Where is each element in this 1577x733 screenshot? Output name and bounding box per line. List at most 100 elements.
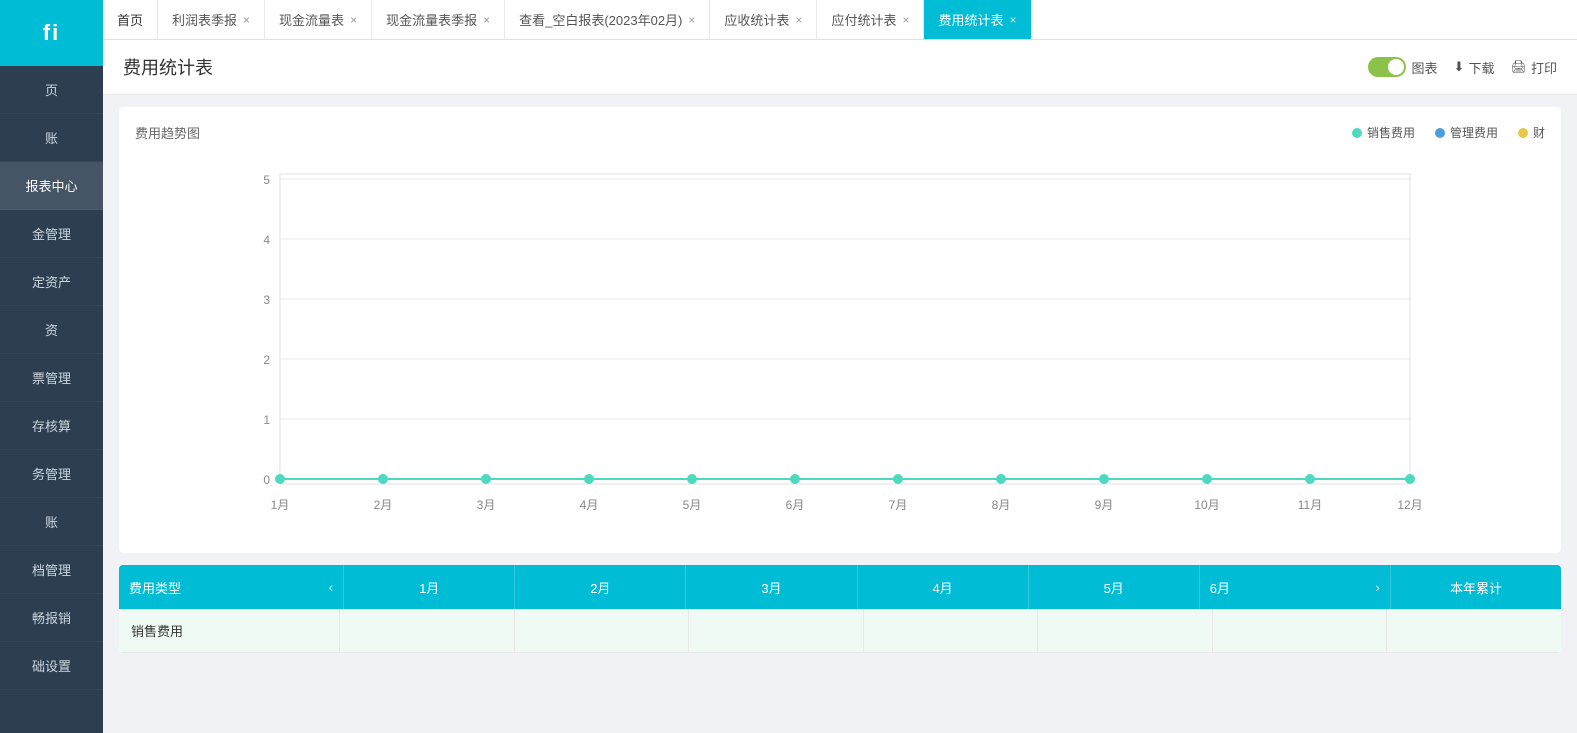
table-row: 销售费用 — [119, 609, 1561, 653]
sidebar-item-ledger[interactable]: 账 — [0, 498, 103, 546]
tab-receivable[interactable]: 应收统计表 × — [710, 0, 817, 39]
svg-text:8月: 8月 — [992, 498, 1011, 512]
tab-bar: 首页 利润表季报 × 现金流量表 × 现金流量表季报 × 查看_空白报表(202… — [103, 0, 1577, 40]
close-tab-receivable[interactable]: × — [795, 13, 802, 27]
chart-point-1 — [275, 474, 285, 484]
chart-point-10 — [1202, 474, 1212, 484]
svg-text:5: 5 — [263, 173, 270, 187]
th-ytd: 本年累计 — [1391, 565, 1561, 609]
chart-point-6 — [790, 474, 800, 484]
legend-dot-admin — [1435, 128, 1445, 138]
sidebar-item-expense-mgmt[interactable]: 畅报销 — [0, 594, 103, 642]
sidebar-item-service-mgmt[interactable]: 务管理 — [0, 450, 103, 498]
sidebar-item-report-center[interactable]: 报表中心 — [0, 162, 103, 210]
tab-cash-flow[interactable]: 现金流量表 × — [265, 0, 372, 39]
table-header-row: 费用类型 ‹ 1月 2月 3月 4月 5月 6月 › 本年累计 — [119, 565, 1561, 609]
sidebar-item-home[interactable]: 页 — [0, 66, 103, 114]
chart-point-7 — [893, 474, 903, 484]
page-header: 费用统计表 图表 ⬇ 下载 🖨 打印 — [103, 40, 1577, 95]
legend-sales: 销售费用 — [1352, 124, 1415, 141]
th-next-btn[interactable]: › — [1375, 579, 1380, 595]
svg-text:9月: 9月 — [1095, 498, 1114, 512]
th-m1: 1月 — [344, 565, 515, 609]
sidebar-item-settings[interactable]: 础设置 — [0, 642, 103, 690]
close-tab-cash-flow-quarterly[interactable]: × — [483, 13, 490, 27]
chart-point-8 — [996, 474, 1006, 484]
sidebar: fi 页 账 报表中心 金管理 定资产 资 票管理 存核算 务管理 账 档管理 … — [0, 0, 103, 733]
chart-svg: 5 4 3 2 1 0 — [135, 154, 1545, 534]
close-tab-payable[interactable]: × — [902, 13, 909, 27]
close-tab-blank-report[interactable]: × — [688, 13, 695, 27]
print-button[interactable]: 🖨 打印 — [1510, 58, 1557, 77]
chart-svg-container: 5 4 3 2 1 0 — [135, 154, 1545, 537]
close-tab-profit-quarterly[interactable]: × — [243, 13, 250, 27]
close-tab-expense-stats[interactable]: × — [1009, 13, 1016, 27]
chart-title: 费用趋势图 — [135, 123, 200, 142]
tab-home[interactable]: 首页 — [103, 0, 158, 39]
sidebar-item-fixed-assets[interactable]: 定资产 — [0, 258, 103, 306]
td-type-0: 销售费用 — [119, 609, 340, 652]
legend-label-admin: 管理费用 — [1450, 124, 1498, 141]
table-section: 费用类型 ‹ 1月 2月 3月 4月 5月 6月 › 本年累计 销售费用 — [119, 565, 1561, 653]
td-m3-0 — [689, 609, 864, 652]
svg-text:1: 1 — [263, 413, 270, 427]
app-logo: fi — [0, 0, 103, 66]
td-m2-0 — [515, 609, 690, 652]
legend-finance: 财 — [1518, 124, 1545, 141]
th-prev-btn[interactable]: ‹ — [328, 579, 333, 595]
svg-text:12月: 12月 — [1397, 498, 1422, 512]
download-icon: ⬇ — [1454, 59, 1465, 75]
sidebar-item-invoice-mgmt[interactable]: 票管理 — [0, 354, 103, 402]
chart-point-2 — [378, 474, 388, 484]
tab-payable[interactable]: 应付统计表 × — [817, 0, 924, 39]
svg-text:10月: 10月 — [1194, 498, 1219, 512]
sidebar-item-fund-mgmt[interactable]: 金管理 — [0, 210, 103, 258]
download-button[interactable]: ⬇ 下载 — [1454, 58, 1495, 77]
legend-label-finance: 财 — [1533, 124, 1545, 141]
sidebar-item-investment[interactable]: 资 — [0, 306, 103, 354]
svg-text:0: 0 — [263, 473, 270, 487]
chart-point-5 — [687, 474, 697, 484]
close-tab-cash-flow[interactable]: × — [350, 13, 357, 27]
svg-text:4: 4 — [263, 233, 270, 247]
chart-toggle-wrap: 图表 — [1368, 57, 1438, 77]
chart-header: 费用趋势图 销售费用 管理费用 财 — [135, 123, 1545, 142]
main-area: 首页 利润表季报 × 现金流量表 × 现金流量表季报 × 查看_空白报表(202… — [103, 0, 1577, 733]
svg-text:3: 3 — [263, 293, 270, 307]
td-ytd-0 — [1387, 609, 1561, 652]
print-icon: 🖨 — [1510, 59, 1527, 75]
tab-cash-flow-quarterly[interactable]: 现金流量表季报 × — [372, 0, 505, 39]
th-m4: 4月 — [858, 565, 1029, 609]
sidebar-item-file-mgmt[interactable]: 档管理 — [0, 546, 103, 594]
legend-dot-sales — [1352, 128, 1362, 138]
th-m5: 5月 — [1029, 565, 1200, 609]
svg-text:2月: 2月 — [374, 498, 393, 512]
chart-section: 费用趋势图 销售费用 管理费用 财 — [119, 107, 1561, 553]
chart-toggle[interactable] — [1368, 57, 1406, 77]
tab-expense-stats[interactable]: 费用统计表 × — [924, 0, 1031, 39]
td-m1-0 — [340, 609, 515, 652]
tab-profit-quarterly[interactable]: 利润表季报 × — [158, 0, 265, 39]
svg-text:7月: 7月 — [889, 498, 908, 512]
svg-text:11月: 11月 — [1298, 498, 1322, 512]
svg-text:4月: 4月 — [580, 498, 599, 512]
th-m3: 3月 — [686, 565, 857, 609]
tab-blank-report[interactable]: 查看_空白报表(2023年02月) × — [505, 0, 710, 39]
td-m5-0 — [1038, 609, 1213, 652]
sidebar-item-account[interactable]: 账 — [0, 114, 103, 162]
th-type: 费用类型 ‹ — [119, 565, 344, 609]
chart-point-12 — [1405, 474, 1415, 484]
legend-admin: 管理费用 — [1435, 124, 1498, 141]
chart-point-11 — [1305, 474, 1315, 484]
legend-label-sales: 销售费用 — [1367, 124, 1415, 141]
chart-point-4 — [584, 474, 594, 484]
chart-legend: 销售费用 管理费用 财 — [1352, 124, 1545, 141]
th-m2: 2月 — [515, 565, 686, 609]
chart-point-3 — [481, 474, 491, 484]
sidebar-item-inventory[interactable]: 存核算 — [0, 402, 103, 450]
svg-text:3月: 3月 — [477, 498, 496, 512]
svg-text:2: 2 — [263, 353, 270, 367]
chart-point-9 — [1099, 474, 1109, 484]
td-m4-0 — [864, 609, 1039, 652]
svg-text:6月: 6月 — [786, 498, 805, 512]
